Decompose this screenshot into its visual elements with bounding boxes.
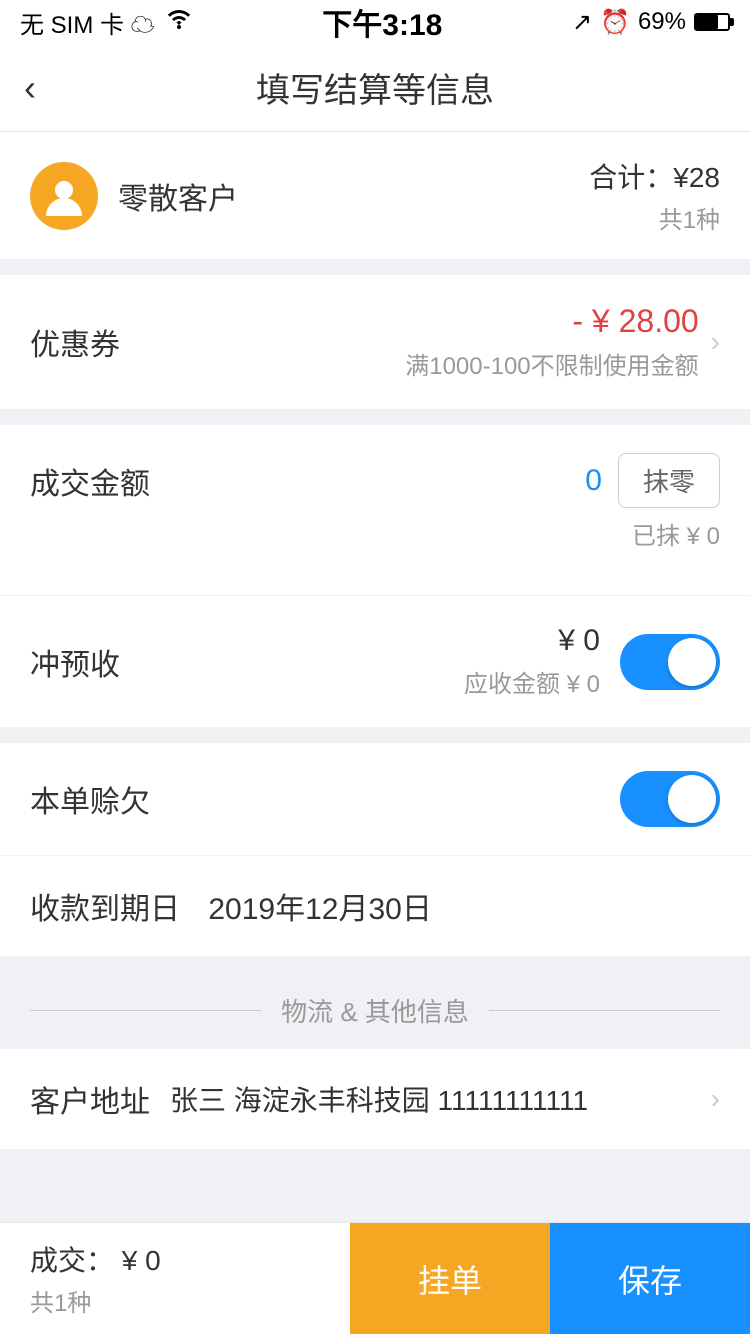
logistics-divider: 物流 & 其他信息	[0, 972, 750, 1049]
status-time: 下午3:18	[322, 0, 442, 44]
customer-left: 零散客户	[30, 162, 238, 230]
bottom-count: 共1种	[30, 1283, 320, 1318]
deal-row: 成交金额 0 抹零	[30, 453, 720, 508]
divider-text: 物流 & 其他信息	[281, 992, 469, 1029]
prepay-right: ¥ 0 应收金额 ¥ 0	[464, 624, 720, 699]
address-label: 客户地址	[30, 1077, 150, 1121]
due-date-value: 2019年12月30日	[208, 893, 431, 926]
bottom-bar: 成交： ¥ 0 共1种 挂单 保存	[0, 1222, 750, 1334]
chevron-right-icon: ›	[711, 326, 720, 358]
avatar	[30, 162, 98, 230]
address-value: 张三 海淀永丰科技园 11111111111	[170, 1079, 711, 1119]
deal-amount-value: 0	[585, 464, 602, 498]
prepay-value: ¥ 0	[464, 624, 600, 658]
bottom-info: 成交： ¥ 0 共1种	[0, 1239, 350, 1318]
debt-section: 本单赊欠 收款到期日 2019年12月30日	[0, 743, 750, 956]
customer-count: 共1种	[589, 200, 720, 235]
battery-percent: 69%	[638, 8, 686, 36]
coupon-desc: 满1000-100不限制使用金额	[405, 346, 698, 381]
battery-icon	[694, 13, 730, 31]
coupon-label: 优惠券	[30, 320, 120, 364]
page-title: 填写结算等信息	[256, 63, 494, 112]
due-date-label: 收款到期日	[30, 893, 180, 926]
alarm-icon: ⏰	[600, 8, 630, 37]
back-button[interactable]: ‹	[24, 67, 36, 109]
address-section[interactable]: 客户地址 张三 海淀永丰科技园 11111111111 ›	[0, 1049, 750, 1149]
customer-total: 合计：¥28	[589, 156, 720, 196]
status-left: 无 SIM 卡 ☁	[20, 5, 193, 40]
content: 零散客户 合计：¥28 共1种 优惠券 - ¥ 28.00 满1000-100不…	[0, 132, 750, 1269]
deal-sub-text: 已抹 ¥ 0	[30, 516, 720, 551]
divider-line-right	[489, 1010, 720, 1011]
deal-row-container: 成交金额 0 抹零 已抹 ¥ 0	[0, 425, 750, 579]
coupon-right: - ¥ 28.00 满1000-100不限制使用金额	[405, 303, 698, 381]
prepay-label: 冲预收	[30, 640, 120, 684]
bottom-deal-label: 成交：	[30, 1245, 114, 1276]
customer-summary: 合计：¥28 共1种	[589, 156, 720, 235]
status-bar: 无 SIM 卡 ☁ 下午3:18 ↗ ⏰ 69%	[0, 0, 750, 44]
round-zero-button[interactable]: 抹零	[618, 453, 720, 508]
divider-line-left	[30, 1010, 261, 1011]
prepay-receivable: 应收金额 ¥ 0	[464, 664, 600, 699]
bottom-deal-value: ¥ 0	[122, 1245, 161, 1276]
nav-bar: ‹ 填写结算等信息	[0, 44, 750, 132]
customer-row: 零散客户 合计：¥28 共1种	[0, 132, 750, 259]
location-icon: ↗	[572, 8, 592, 37]
debt-toggle-knob	[668, 775, 716, 823]
deal-amount-section: 成交金额 0 抹零 已抹 ¥ 0 冲预收 ¥ 0 应收金额 ¥ 0	[0, 425, 750, 727]
prepay-toggle[interactable]	[620, 634, 720, 690]
prepay-row: 冲预收 ¥ 0 应收金额 ¥ 0	[0, 595, 750, 727]
wifi-icon	[165, 8, 193, 36]
deal-amount-label: 成交金额	[30, 459, 150, 503]
address-chevron-icon: ›	[711, 1083, 720, 1115]
due-date-section[interactable]: 收款到期日 2019年12月30日	[0, 855, 750, 956]
debt-row: 本单赊欠	[0, 743, 750, 855]
toggle-knob	[668, 638, 716, 686]
debt-label: 本单赊欠	[30, 777, 150, 821]
coupon-row[interactable]: 优惠券 - ¥ 28.00 满1000-100不限制使用金额 ›	[0, 275, 750, 409]
deal-right: 0 抹零	[585, 453, 720, 508]
status-right: ↗ ⏰ 69%	[572, 8, 730, 37]
customer-name: 零散客户	[118, 174, 238, 218]
debt-toggle[interactable]	[620, 771, 720, 827]
prepay-amounts: ¥ 0 应收金额 ¥ 0	[464, 624, 600, 699]
sim-label: 无 SIM 卡 ☁	[20, 5, 155, 40]
save-button[interactable]: 保存	[550, 1223, 750, 1334]
due-date-content: 收款到期日 2019年12月30日	[30, 884, 720, 928]
bottom-deal-row: 成交： ¥ 0	[30, 1239, 320, 1279]
coupon-amount: - ¥ 28.00	[405, 303, 698, 340]
hold-button[interactable]: 挂单	[350, 1223, 550, 1334]
